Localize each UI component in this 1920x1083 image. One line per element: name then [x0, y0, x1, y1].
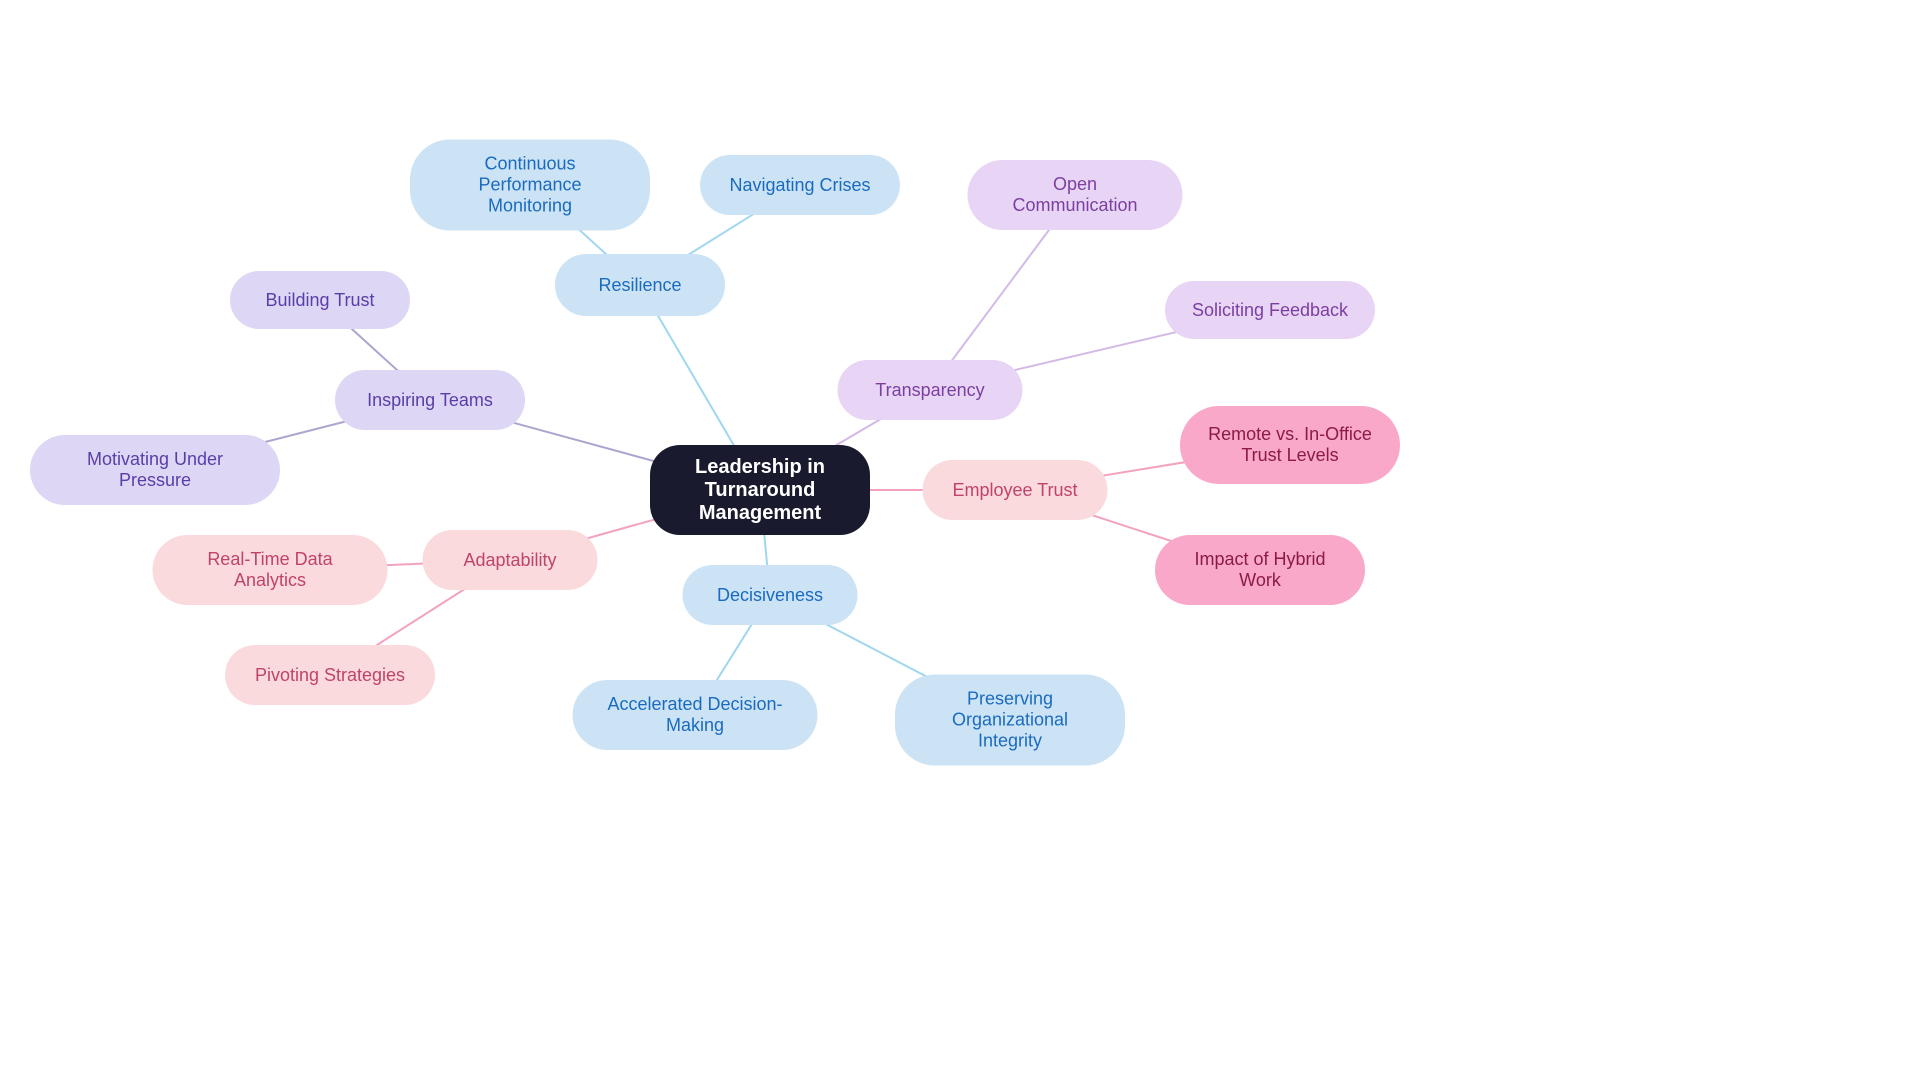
node-decisiveness[interactable]: Decisiveness — [683, 565, 858, 625]
node-accelerated-decision[interactable]: Accelerated Decision-Making — [573, 680, 818, 750]
node-preserving-integrity[interactable]: Preserving Organizational Integrity — [895, 675, 1125, 766]
node-transparency[interactable]: Transparency — [838, 360, 1023, 420]
node-pivoting-strategies[interactable]: Pivoting Strategies — [225, 645, 435, 705]
mindmap-container: Leadership in Turnaround Management Resil… — [0, 0, 1920, 1083]
node-inspiring-teams[interactable]: Inspiring Teams — [335, 370, 525, 430]
node-motivating-under-pressure[interactable]: Motivating Under Pressure — [30, 435, 280, 505]
node-soliciting-feedback[interactable]: Soliciting Feedback — [1165, 281, 1375, 339]
center-node[interactable]: Leadership in Turnaround Management — [650, 445, 870, 535]
node-resilience[interactable]: Resilience — [555, 254, 725, 316]
node-open-communication[interactable]: Open Communication — [968, 160, 1183, 230]
node-remote-trust[interactable]: Remote vs. In-Office Trust Levels — [1180, 406, 1400, 484]
node-hybrid-work[interactable]: Impact of Hybrid Work — [1155, 535, 1365, 605]
node-continuous-performance[interactable]: Continuous Performance Monitoring — [410, 140, 650, 231]
node-employee-trust[interactable]: Employee Trust — [923, 460, 1108, 520]
node-navigating-crises[interactable]: Navigating Crises — [700, 155, 900, 215]
node-real-time-data[interactable]: Real-Time Data Analytics — [153, 535, 388, 605]
node-building-trust[interactable]: Building Trust — [230, 271, 410, 329]
node-adaptability[interactable]: Adaptability — [423, 530, 598, 590]
